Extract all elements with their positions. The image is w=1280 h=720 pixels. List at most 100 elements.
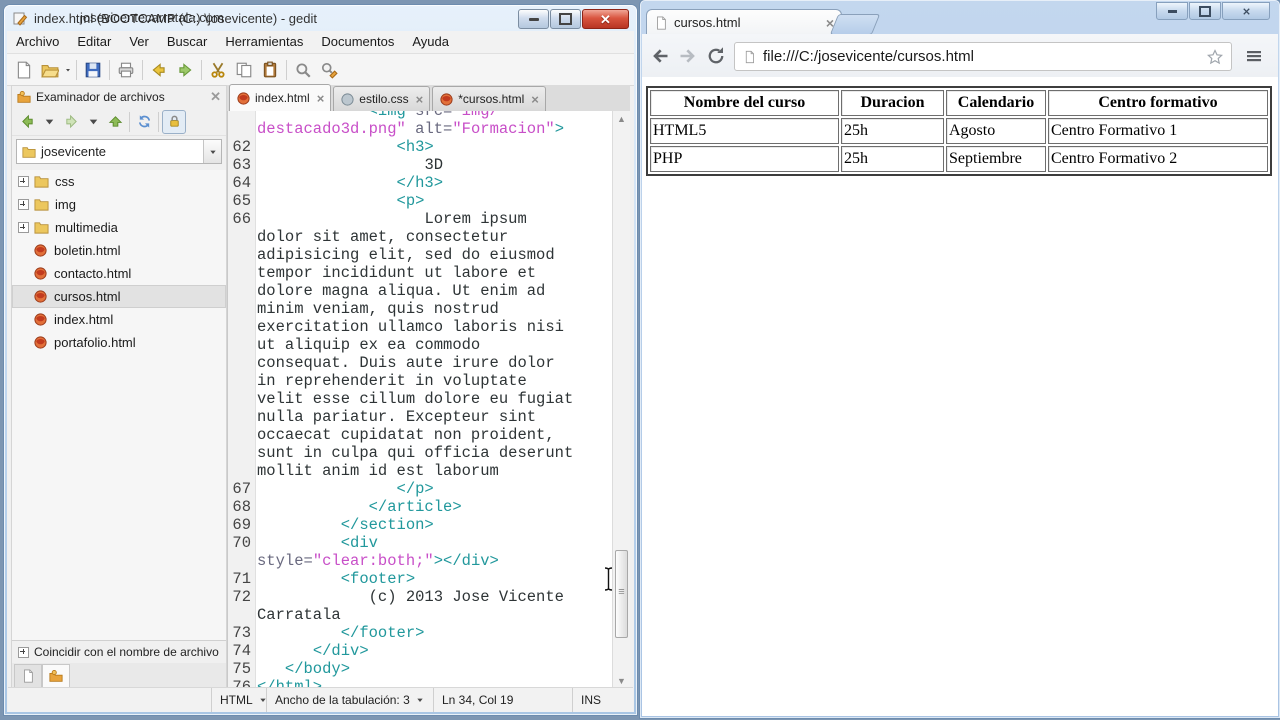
new-document-button[interactable] [11,57,37,83]
scroll-down-icon[interactable]: ▼ [614,673,629,688]
lock-button[interactable] [162,109,186,134]
replace-button[interactable] [316,57,342,83]
folder-icon [34,197,49,212]
undo-button[interactable] [146,57,172,83]
tab-close-icon[interactable]: × [416,93,424,106]
back-arrow-icon [21,114,33,129]
expander-icon[interactable] [18,222,29,233]
courses-table: Nombre del curso Duracion Calendario Centro… [646,86,1272,176]
scroll-up-icon[interactable]: ▲ [614,111,629,126]
file-tree-item-cursos-html[interactable]: cursos.html [12,285,226,308]
code-line: ut aliquip ex ea commodo [257,336,481,354]
browser-close-button[interactable] [1222,2,1270,20]
tab-width-selector[interactable]: Ancho de la tabulación: 3 [266,688,433,712]
bookmark-star-icon[interactable] [1207,48,1223,65]
html-file-icon [33,312,48,327]
gedit-minimize-button[interactable] [518,9,549,29]
tab-close-icon[interactable]: × [317,92,325,105]
cut-button[interactable] [205,57,231,83]
file-tree-item-img[interactable]: img [12,193,226,216]
open-dropdown-button[interactable] [63,57,73,83]
copy-button[interactable] [231,57,257,83]
back-button[interactable] [648,44,672,68]
file-tree-label: css [55,174,75,189]
folder-icon [34,176,49,188]
html-file-icon [33,266,48,281]
save-icon [85,62,101,77]
find-button[interactable] [290,57,316,83]
expander-icon[interactable] [18,646,29,658]
file-tree-item-portafolio-html[interactable]: portafolio.html [12,331,226,354]
menu-herramientas[interactable]: Herramientas [216,31,312,53]
minimize-icon [528,17,539,21]
page-icon [743,50,756,64]
paste-button[interactable] [257,57,283,83]
table-cell: Septiembre [946,146,1046,172]
editor-tab-cursos-html[interactable]: *cursos.html × [432,86,546,111]
gedit-close-button[interactable]: ✕ [582,9,629,29]
code-view[interactable]: 62 63 64 65 66 67 68 69 70 71 72 73 74 75 76 <img src=… [227,111,630,688]
browser-tab[interactable]: cursos.html × [646,9,842,35]
file-tree-item-css[interactable]: css [12,170,226,193]
up-arrow-button[interactable] [104,111,126,133]
documents-panel-tab[interactable] [14,664,42,687]
expander-icon[interactable] [18,176,29,187]
language-selector[interactable]: HTML [211,688,266,712]
file-browser-panel-tab[interactable] [42,664,70,687]
html-file-icon [33,335,48,350]
forward-button[interactable] [676,44,700,68]
code-line: </h3> [396,174,444,192]
gedit-maximize-button[interactable] [550,9,581,29]
close-icon [1242,7,1250,15]
reload-button[interactable] [704,44,728,68]
insert-mode-indicator: INS [572,688,633,712]
browser-minimize-button[interactable] [1156,2,1188,20]
code-line: velit esse cillum dolore eu fugiat [257,390,574,408]
editor-tab-index-html[interactable]: index.html × [229,84,332,111]
forward-arrow-button[interactable] [60,111,82,133]
expander-icon[interactable] [18,199,29,210]
print-button[interactable] [113,57,139,83]
file-tree-item-multimedia[interactable]: multimedia [12,216,226,239]
redo-button[interactable] [172,57,198,83]
open-folder-button[interactable] [37,57,63,83]
location-combobox[interactable]: josevicente [16,139,222,164]
editor-tab-estilo-css[interactable]: estilo.css × [333,86,431,111]
tab-close-icon[interactable]: × [531,93,539,106]
menu-archivo[interactable]: Archivo [7,31,68,53]
url-text[interactable]: file:///C:/josevicente/cursos.html [763,48,1199,65]
menu-documentos[interactable]: Documentos [312,31,403,53]
combobox-dropdown-button[interactable] [203,140,221,163]
file-tree-item-index-html[interactable]: index.html [12,308,226,331]
code-line: Carratala [257,606,341,624]
caret-down-button[interactable] [82,111,104,133]
html-file-icon [439,92,453,106]
code-line: sunt in culpa qui officia deserunt [257,444,574,462]
html-file-icon [34,313,47,326]
page-favicon-icon [654,15,668,30]
panel-close-icon[interactable]: ✕ [210,89,221,105]
code-line: dolor sit amet, consectetur [257,228,509,246]
menu-ver[interactable]: Ver [120,31,158,53]
browser-maximize-button[interactable] [1189,2,1221,20]
match-filename-row[interactable]: Coincidir con el nombre de archivo [12,640,226,663]
address-bar[interactable]: file:///C:/josevicente/cursos.html [734,42,1232,71]
editor-scrollbar[interactable]: ▲ ▼ [612,111,630,688]
panel-title: Examinador de archivos [36,90,165,104]
back-arrow-button[interactable] [16,111,38,133]
new-tab-button[interactable] [829,14,881,35]
menu-buscar[interactable]: Buscar [158,31,216,53]
refresh-button[interactable] [133,111,155,133]
html-file-icon [237,92,250,105]
menu-ayuda[interactable]: Ayuda [403,31,458,53]
scrollbar-thumb[interactable] [615,549,628,639]
gedit-titlebar[interactable]: index.html (BOOTCAMP (C:) \josevicente) … [4,5,637,31]
code-line: (c) 2013 Jose Vicente [368,588,564,606]
browser-tab-title: cursos.html [674,15,741,30]
menu-editar[interactable]: Editar [68,31,120,53]
file-tree-item-boletin-html[interactable]: boletin.html [12,239,226,262]
browser-menu-button[interactable] [1238,44,1270,68]
save-button[interactable] [80,57,106,83]
file-tree-item-contacto-html[interactable]: contacto.html [12,262,226,285]
caret-down-button[interactable] [38,111,60,133]
